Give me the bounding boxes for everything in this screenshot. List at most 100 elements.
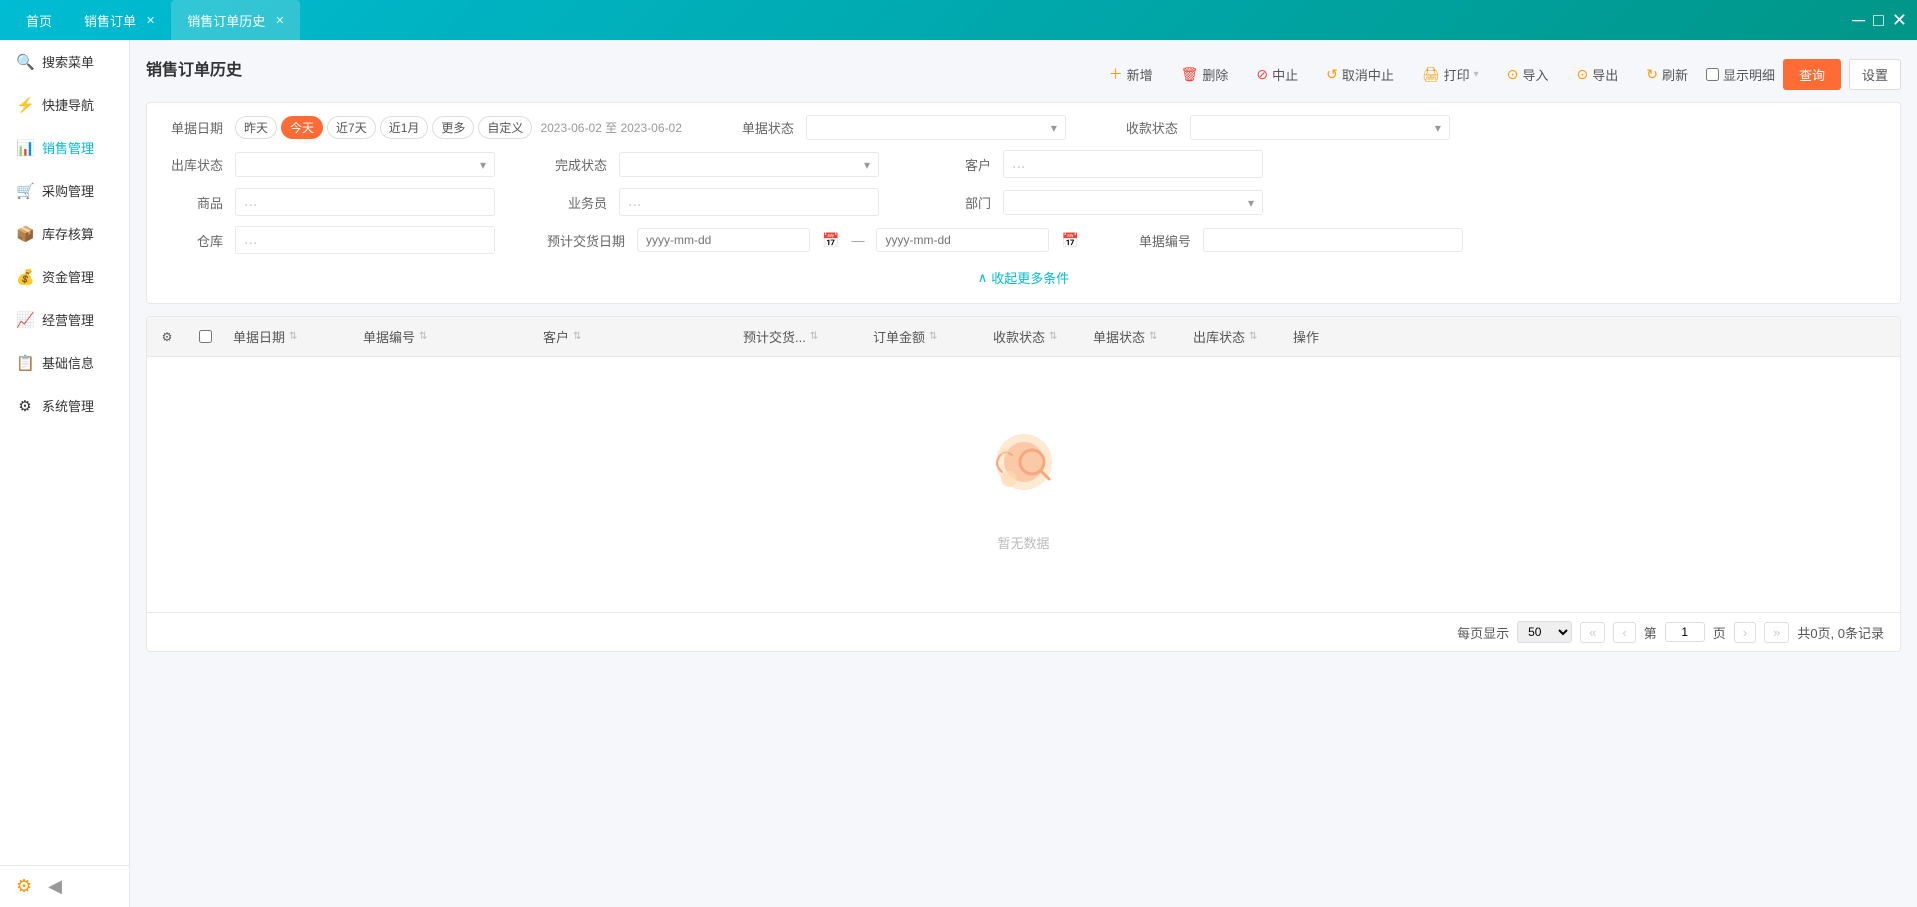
collapse-button[interactable]: ∧ 收起更多条件: [978, 264, 1070, 291]
display-detail-label: 显示明细: [1723, 65, 1775, 84]
customer-ellipsis[interactable]: ...: [1012, 155, 1025, 173]
th-delivery[interactable]: 预计交货... ⇅: [733, 319, 863, 354]
stop-button[interactable]: ⊘ 中止: [1246, 60, 1308, 89]
sidebar-item-quick-nav[interactable]: ⚡ 快捷导航: [0, 83, 129, 126]
basic-info-icon: 📋: [16, 354, 34, 372]
order-no-input[interactable]: [1203, 228, 1463, 252]
display-detail-checkbox[interactable]: [1706, 68, 1719, 81]
setting-button[interactable]: 设置: [1849, 59, 1901, 90]
sort-stock-icon[interactable]: ⇅: [1249, 331, 1257, 342]
page-unit-label: 页: [1713, 623, 1726, 642]
complete-status-select[interactable]: [619, 152, 879, 177]
select-all-checkbox[interactable]: [199, 330, 212, 343]
tab-sales-order-history[interactable]: 销售订单历史 ✕: [171, 0, 300, 40]
minimize-icon[interactable]: ─: [1852, 10, 1865, 31]
filter-collapse-row: ∧ 收起更多条件: [163, 264, 1884, 291]
refresh-button[interactable]: ↻ 刷新: [1636, 60, 1698, 89]
tab-sales-order-history-close[interactable]: ✕: [275, 14, 284, 27]
new-button[interactable]: ＋ 新增: [1099, 59, 1163, 89]
sort-status-icon[interactable]: ⇅: [1149, 331, 1157, 342]
sidebar-item-purchase-mgmt[interactable]: 🛒 采购管理: [0, 169, 129, 212]
fund-mgmt-icon: 💰: [16, 268, 34, 286]
search-menu-icon: 🔍: [16, 53, 34, 71]
payment-status-select[interactable]: [1190, 115, 1450, 140]
prev-page-button[interactable]: ‹: [1613, 622, 1635, 643]
new-icon: ＋: [1109, 64, 1123, 84]
calendar-start-icon[interactable]: 📅: [822, 232, 839, 249]
order-status-select[interactable]: [806, 115, 1066, 140]
sidebar-item-basic-info[interactable]: 📋 基础信息: [0, 341, 129, 384]
sidebar-item-inventory-check[interactable]: 📦 库存核算: [0, 212, 129, 255]
th-date[interactable]: 单据日期 ⇅: [223, 319, 353, 354]
stock-out-chevron-icon: [480, 157, 486, 172]
toolbar: ＋ 新增 🗑 删除 ⊘ 中止 ↺ 取消中止 🖨 打印: [1099, 59, 1901, 90]
last-page-button[interactable]: »: [1764, 622, 1789, 643]
export-button[interactable]: ⊙ 导出: [1566, 60, 1628, 89]
th-checkbox[interactable]: [187, 322, 223, 351]
th-settings[interactable]: ⚙: [147, 322, 187, 352]
next-page-button[interactable]: ›: [1734, 622, 1756, 643]
date-btn-yesterday[interactable]: 昨天: [235, 116, 277, 139]
sort-payment-icon[interactable]: ⇅: [1049, 331, 1057, 342]
expected-date-start[interactable]: [637, 228, 810, 252]
sidebar-collapse-icon[interactable]: ◀: [48, 876, 62, 897]
maximize-icon[interactable]: □: [1873, 10, 1884, 31]
sidebar-item-search-menu[interactable]: 🔍 搜索菜单: [0, 40, 129, 83]
sort-customer-icon[interactable]: ⇅: [573, 331, 581, 342]
cancel-stop-button[interactable]: ↺ 取消中止: [1316, 60, 1404, 89]
sidebar-item-sales-mgmt[interactable]: 📊 销售管理: [0, 126, 129, 169]
date-btn-last1month[interactable]: 近1月: [380, 116, 429, 139]
department-select[interactable]: [1003, 190, 1263, 215]
tab-sales-order[interactable]: 销售订单 ✕: [68, 0, 171, 40]
goods-ellipsis[interactable]: ...: [244, 193, 257, 211]
th-amount[interactable]: 订单金额 ⇅: [863, 319, 983, 354]
tab-sales-order-history-label: 销售订单历史: [187, 11, 265, 30]
sidebar-item-system-mgmt[interactable]: ⚙ 系统管理: [0, 384, 129, 427]
first-page-button[interactable]: «: [1580, 622, 1605, 643]
expected-date-end[interactable]: [876, 228, 1049, 252]
sidebar-item-search-menu-label: 搜索菜单: [42, 52, 94, 71]
th-order-no[interactable]: 单据编号 ⇅: [353, 319, 533, 354]
sidebar-item-fund-mgmt[interactable]: 💰 资金管理: [0, 255, 129, 298]
sidebar-item-business-mgmt[interactable]: 📈 经营管理: [0, 298, 129, 341]
delete-label: 删除: [1202, 65, 1228, 84]
date-btn-more[interactable]: 更多: [432, 116, 474, 139]
print-button[interactable]: 🖨 打印 ▾: [1412, 60, 1489, 89]
main-layout: 🔍 搜索菜单 ⚡ 快捷导航 📊 销售管理 🛒 采购管理 📦 库存核算 💰 资金管…: [0, 40, 1917, 907]
sort-date-icon[interactable]: ⇅: [289, 331, 297, 342]
sidebar-settings-icon[interactable]: ⚙: [16, 876, 32, 897]
sidebar-item-sales-mgmt-label: 销售管理: [42, 138, 94, 157]
import-button[interactable]: ⊙ 导入: [1497, 60, 1559, 89]
page-number-input[interactable]: [1665, 622, 1705, 642]
date-btn-last7[interactable]: 近7天: [327, 116, 376, 139]
delete-button[interactable]: 🗑 删除: [1171, 60, 1239, 89]
th-stock-status[interactable]: 出库状态 ⇅: [1183, 319, 1283, 354]
collapse-label: 收起更多条件: [991, 268, 1069, 287]
th-date-label: 单据日期: [233, 327, 285, 346]
date-btn-today[interactable]: 今天: [281, 116, 323, 139]
tab-sales-order-close[interactable]: ✕: [146, 14, 155, 27]
th-customer[interactable]: 客户 ⇅: [533, 319, 733, 354]
date-btn-custom[interactable]: 自定义: [478, 116, 532, 139]
sidebar-item-business-mgmt-label: 经营管理: [42, 310, 94, 329]
window-controls: ─ □ ✕: [1852, 10, 1907, 31]
sort-delivery-icon[interactable]: ⇅: [810, 331, 818, 342]
query-button[interactable]: 查询: [1783, 59, 1841, 90]
top-bar: 首页 销售订单 ✕ 销售订单历史 ✕ ─ □ ✕: [0, 0, 1917, 40]
sort-amount-icon[interactable]: ⇅: [929, 331, 937, 342]
calendar-end-icon[interactable]: 📅: [1061, 232, 1078, 249]
warehouse-ellipsis[interactable]: ...: [244, 231, 257, 249]
sidebar-item-basic-info-label: 基础信息: [42, 353, 94, 372]
tab-home[interactable]: 首页: [10, 0, 68, 40]
quick-nav-icon: ⚡: [16, 96, 34, 114]
sort-order-icon[interactable]: ⇅: [419, 331, 427, 342]
page-size-select[interactable]: 10 20 50 100: [1517, 621, 1572, 643]
salesperson-ellipsis[interactable]: ...: [628, 193, 641, 211]
filter-row-4: 仓库 ... 预计交货日期 📅 — 📅 单据编号: [163, 226, 1884, 254]
th-order-status[interactable]: 单据状态 ⇅: [1083, 319, 1183, 354]
th-payment-status[interactable]: 收款状态 ⇅: [983, 319, 1083, 354]
stock-out-status-select[interactable]: [235, 152, 495, 177]
order-no-label: 单据编号: [1131, 231, 1191, 250]
cancel-stop-label: 取消中止: [1342, 65, 1394, 84]
close-icon[interactable]: ✕: [1892, 10, 1907, 31]
